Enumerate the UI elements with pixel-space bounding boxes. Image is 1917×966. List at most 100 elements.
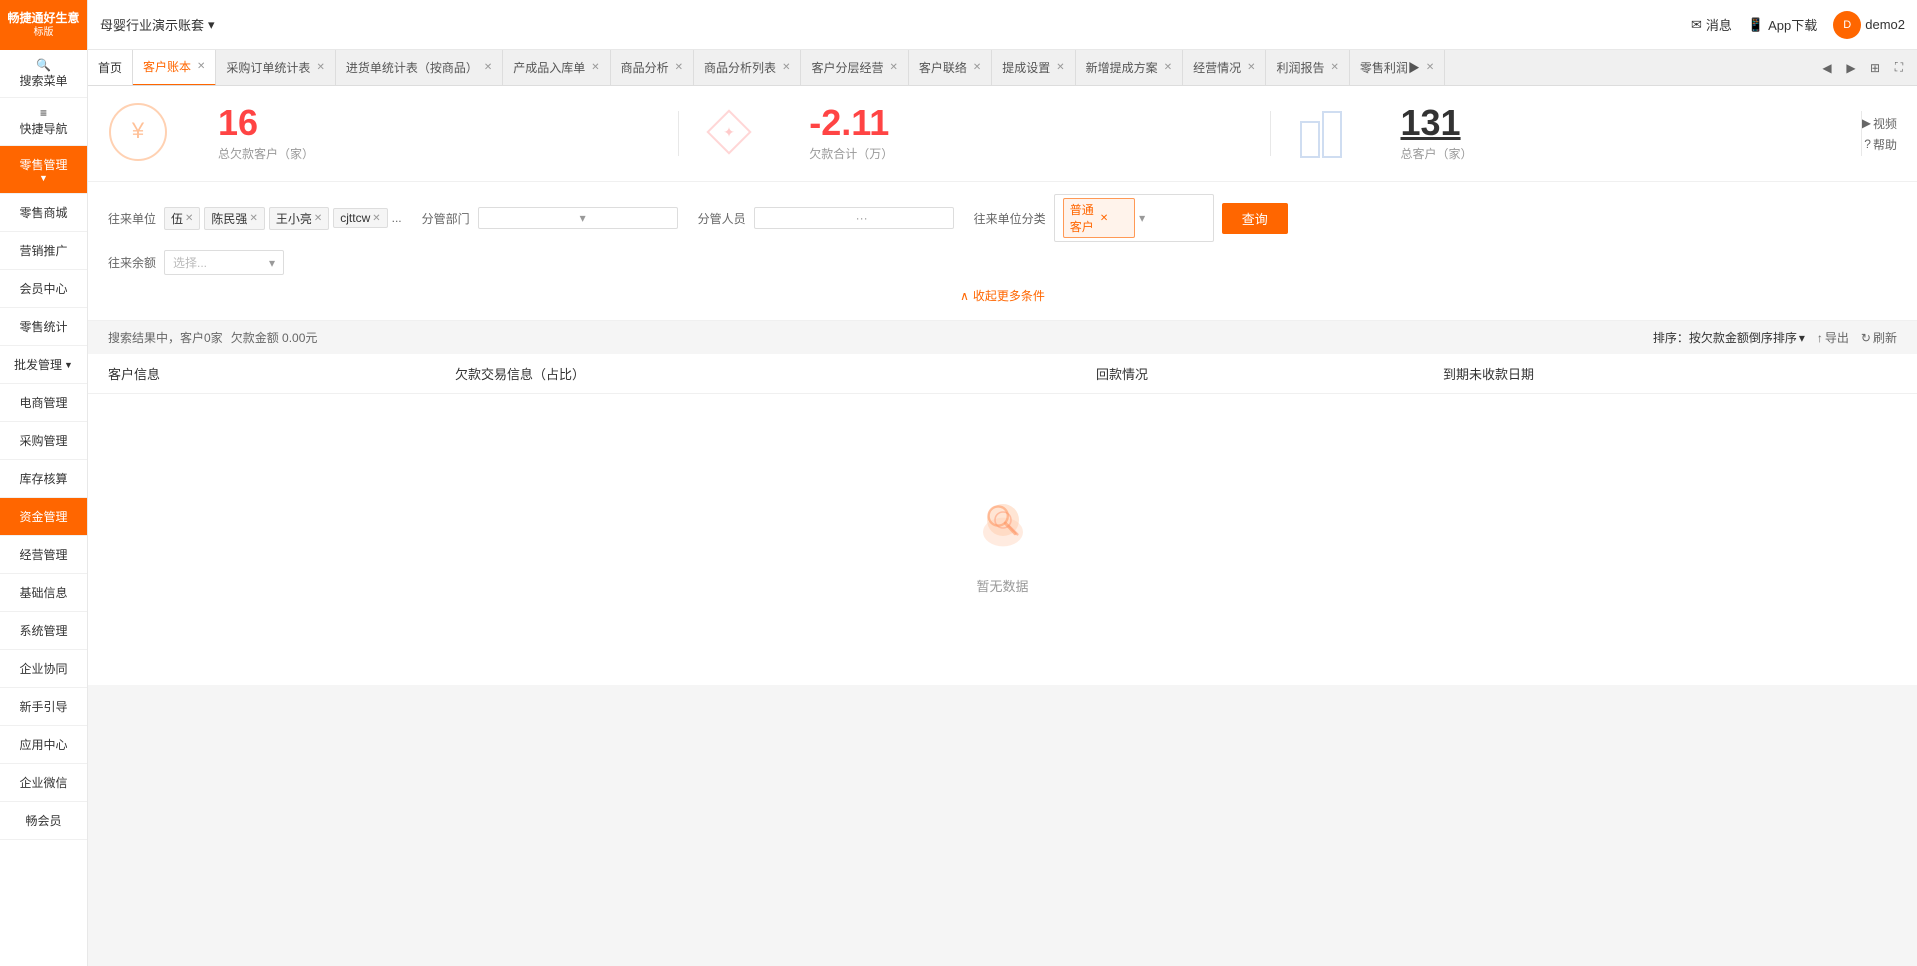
sidebar-item-system[interactable]: 系统管理 <box>0 612 87 650</box>
tab-close-icon[interactable]: ✕ <box>1426 62 1434 73</box>
sidebar-item-retail-stats[interactable]: 零售统计 <box>0 308 87 346</box>
tag-label: 陈民强 <box>211 210 247 227</box>
tab-close-icon[interactable]: ✕ <box>1247 62 1255 73</box>
sidebar-item-label: 电商管理 <box>4 394 83 411</box>
empty-state: 暂无数据 <box>108 404 1897 675</box>
tab-expand[interactable]: ⊞ <box>1865 58 1885 78</box>
tab-close-icon[interactable]: ✕ <box>316 62 324 73</box>
sidebar-item-operations[interactable]: 经营管理 <box>0 536 87 574</box>
tab-customer-ledger[interactable]: 客户账本 ✕ <box>133 50 216 86</box>
tab-label: 利润报告 <box>1276 59 1324 76</box>
tab-close-icon[interactable]: ✕ <box>591 62 599 73</box>
tab-fullscreen[interactable]: ⛶ <box>1889 58 1909 78</box>
sidebar-item-wechat[interactable]: 企业微信 <box>0 764 87 802</box>
refresh-button[interactable]: ↻ 刷新 <box>1861 329 1897 346</box>
tab-add-commission[interactable]: 新增提成方案 ✕ <box>1076 50 1183 86</box>
tab-close-icon[interactable]: ✕ <box>675 62 683 73</box>
tab-label: 客户联络 <box>919 59 967 76</box>
sidebar: 畅捷通好生意 标版 🔍 搜索菜单 ≡ 快捷导航 零售管理 ▼ 零售商城 营销推广… <box>0 0 88 966</box>
tab-close-icon[interactable]: ✕ <box>1164 62 1172 73</box>
sort-dropdown[interactable]: 排序：按欠款金额倒序排序 ▾ <box>1653 329 1805 346</box>
filter-tag-cjttcw[interactable]: cjttcw ✕ <box>333 208 387 228</box>
sidebar-item-ecommerce[interactable]: 电商管理 <box>0 384 87 422</box>
tab-scroll-left[interactable]: ◀ <box>1817 58 1837 78</box>
sidebar-search[interactable]: 🔍 搜索菜单 <box>0 50 87 98</box>
tab-label: 产成品入库单 <box>513 59 585 76</box>
tab-profit-report[interactable]: 利润报告 ✕ <box>1266 50 1349 86</box>
user-avatar[interactable]: D demo2 <box>1833 11 1905 39</box>
filter-tag-chen[interactable]: 陈民强 ✕ <box>204 207 264 230</box>
export-button[interactable]: ↑ 导出 <box>1817 329 1849 346</box>
sidebar-item-wholesale[interactable]: 批发管理 ▼ <box>0 346 87 384</box>
sidebar-item-marketing[interactable]: 营销推广 <box>0 232 87 270</box>
tab-controls: ◀ ▶ ⊞ ⛶ <box>1817 58 1917 78</box>
sidebar-item-purchase[interactable]: 采购管理 <box>0 422 87 460</box>
help-button[interactable]: ? 帮助 <box>1864 136 1897 153</box>
person-more-icon: ··· <box>856 211 945 225</box>
filter-more-icon[interactable]: ... <box>392 211 402 225</box>
classification-tag[interactable]: 普通客户 ✕ <box>1063 198 1135 238</box>
sidebar-item-inventory[interactable]: 库存核算 <box>0 460 87 498</box>
tab-close-icon[interactable]: ✕ <box>197 61 205 72</box>
tab-purchase-order[interactable]: 采购订单统计表 ✕ <box>216 50 335 86</box>
sidebar-item-label: 企业协同 <box>4 660 83 677</box>
tab-commission-settings[interactable]: 提成设置 ✕ <box>992 50 1075 86</box>
tab-home[interactable]: 首页 <box>88 50 133 86</box>
video-help-button[interactable]: ▶ 视频 <box>1862 115 1897 132</box>
tag-close-icon[interactable]: ✕ <box>372 213 380 224</box>
tab-label: 商品分析列表 <box>704 59 776 76</box>
query-button[interactable]: 查询 <box>1222 203 1288 234</box>
stat-label-total-customers: 总客户（家） <box>1401 145 1473 162</box>
account-selector[interactable]: 母婴行业演示账套 ▾ <box>100 15 215 34</box>
sidebar-item-label: 零售管理 <box>4 156 83 173</box>
tab-retail-profit[interactable]: 零售利润▶ ✕ <box>1350 50 1445 86</box>
sidebar-item-basic-info[interactable]: 基础信息 <box>0 574 87 612</box>
tab-product-analysis-list[interactable]: 商品分析列表 ✕ <box>694 50 801 86</box>
balance-input[interactable]: 选择... ▾ <box>164 250 284 275</box>
tab-close-icon[interactable]: ✕ <box>973 62 981 73</box>
tab-close-icon[interactable]: ✕ <box>782 62 790 73</box>
sidebar-item-label: 零售商城 <box>4 204 83 221</box>
tab-close-icon[interactable]: ✕ <box>1056 62 1064 73</box>
sidebar-quick-nav[interactable]: ≡ 快捷导航 <box>0 98 87 146</box>
collapse-button[interactable]: ∧ 收起更多条件 <box>108 283 1897 308</box>
sidebar-item-retail-mgmt[interactable]: 零售管理 ▼ <box>0 146 87 194</box>
chevron-down-icon: ▾ <box>580 211 669 225</box>
stat-icon-block2: ✦ <box>699 102 759 165</box>
tab-close-icon[interactable]: ✕ <box>889 62 897 73</box>
tab-product-analysis[interactable]: 商品分析 ✕ <box>611 50 694 86</box>
tab-product-inbound[interactable]: 产成品入库单 ✕ <box>503 50 610 86</box>
tag-close-icon[interactable]: ✕ <box>314 213 322 224</box>
filter-tag-wu[interactable]: 伍 ✕ <box>164 207 200 230</box>
filter-tag-wang[interactable]: 王小亮 ✕ <box>269 207 329 230</box>
person-select[interactable]: ··· <box>754 207 954 229</box>
tabbar: 首页 客户账本 ✕ 采购订单统计表 ✕ 进货单统计表（按商品） ✕ 产成品入库单… <box>88 50 1917 86</box>
tab-customer-contact[interactable]: 客户联络 ✕ <box>909 50 992 86</box>
tag-close-icon[interactable]: ✕ <box>249 213 257 224</box>
messages-button[interactable]: ✉ 消息 <box>1691 15 1732 34</box>
filter-area: 往来单位 伍 ✕ 陈民强 ✕ 王小亮 ✕ cjttcw <box>88 182 1917 321</box>
tab-label: 客户分层经营 <box>811 59 883 76</box>
result-bar-right: 排序：按欠款金额倒序排序 ▾ ↑ 导出 ↻ 刷新 <box>1653 329 1897 346</box>
tag-close-icon[interactable]: ✕ <box>185 213 193 224</box>
sidebar-item-collab[interactable]: 企业协同 <box>0 650 87 688</box>
sidebar-item-guide[interactable]: 新手引导 <box>0 688 87 726</box>
sidebar-item-finance[interactable]: 资金管理 <box>0 498 87 536</box>
dept-select[interactable]: ▾ <box>478 207 678 229</box>
app-download-button[interactable]: 📱 App下载 <box>1748 15 1817 34</box>
search-icon: 🔍 <box>4 58 83 72</box>
tag-close-icon[interactable]: ✕ <box>1100 213 1128 224</box>
sidebar-item-retail-shop[interactable]: 零售商城 <box>0 194 87 232</box>
tab-purchase-stats[interactable]: 进货单统计表（按商品） ✕ <box>336 50 503 86</box>
classification-select[interactable]: 普通客户 ✕ ▾ <box>1054 194 1214 242</box>
tab-close-icon[interactable]: ✕ <box>484 62 492 73</box>
tab-customer-tier[interactable]: 客户分层经营 ✕ <box>801 50 908 86</box>
chevron-down-icon: ▾ <box>269 256 275 270</box>
topbar-right: ✉ 消息 📱 App下载 D demo2 <box>1691 11 1905 39</box>
tab-close-icon[interactable]: ✕ <box>1331 62 1339 73</box>
tab-business-overview[interactable]: 经营情况 ✕ <box>1183 50 1266 86</box>
sidebar-item-app-center[interactable]: 应用中心 <box>0 726 87 764</box>
sidebar-item-member2[interactable]: 畅会员 <box>0 802 87 840</box>
tab-scroll-right[interactable]: ▶ <box>1841 58 1861 78</box>
sidebar-item-member[interactable]: 会员中心 <box>0 270 87 308</box>
